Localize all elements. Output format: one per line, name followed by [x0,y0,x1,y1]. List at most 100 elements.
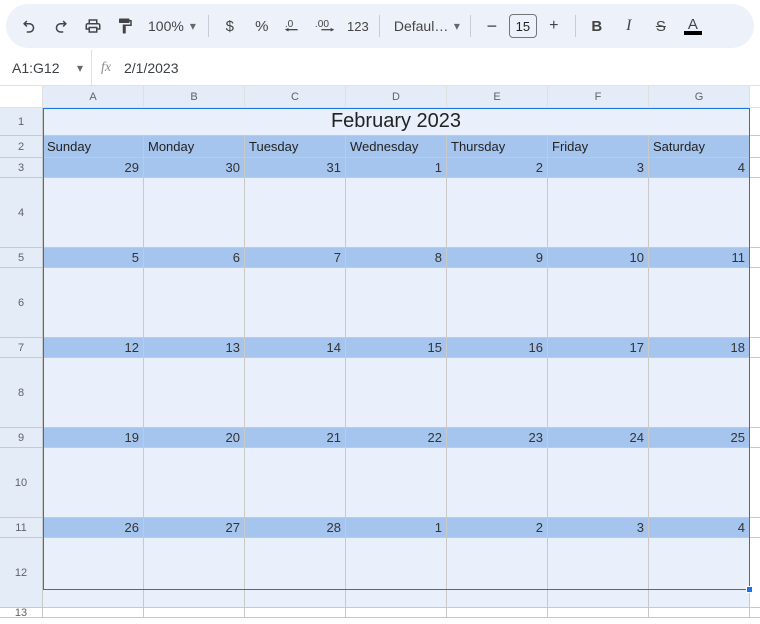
row-header[interactable]: 11 [0,518,43,537]
body-cell[interactable] [649,178,750,247]
increase-font-button[interactable]: + [539,11,569,41]
body-cell[interactable] [447,268,548,337]
date-cell[interactable]: 26 [43,518,144,537]
body-cell[interactable] [245,448,346,517]
body-cell[interactable] [43,268,144,337]
day-header[interactable]: Saturday [649,136,750,157]
col-header[interactable]: C [245,86,346,107]
body-cell[interactable] [548,358,649,427]
row-header[interactable]: 5 [0,248,43,267]
body-cell[interactable] [245,268,346,337]
body-cell[interactable] [43,448,144,517]
body-cell[interactable] [43,538,144,607]
date-cell[interactable]: 29 [43,158,144,177]
body-cell[interactable] [43,608,144,617]
number-format-button[interactable]: 123 [343,11,373,41]
date-cell[interactable]: 15 [346,338,447,357]
date-cell[interactable]: 1 [346,158,447,177]
date-cell[interactable]: 2 [447,158,548,177]
day-header[interactable]: Wednesday [346,136,447,157]
date-cell[interactable]: 14 [245,338,346,357]
paint-format-button[interactable] [110,11,140,41]
day-header[interactable]: Tuesday [245,136,346,157]
row-header[interactable]: 12 [0,538,43,607]
body-cell[interactable] [447,448,548,517]
increase-decimal-button[interactable]: .00 [311,11,341,41]
body-cell[interactable] [144,358,245,427]
date-cell[interactable]: 20 [144,428,245,447]
date-cell[interactable]: 7 [245,248,346,267]
date-cell[interactable]: 12 [43,338,144,357]
redo-button[interactable] [46,11,76,41]
date-cell[interactable]: 3 [548,158,649,177]
day-header[interactable]: Friday [548,136,649,157]
date-cell[interactable]: 23 [447,428,548,447]
percent-button[interactable]: % [247,11,277,41]
body-cell[interactable] [649,268,750,337]
date-cell[interactable]: 31 [245,158,346,177]
calendar-title[interactable]: February 2023 [43,108,750,135]
body-cell[interactable] [346,608,447,617]
date-cell[interactable]: 13 [144,338,245,357]
currency-button[interactable]: $ [215,11,245,41]
body-cell[interactable] [346,358,447,427]
body-cell[interactable] [245,358,346,427]
date-cell[interactable]: 10 [548,248,649,267]
col-header[interactable]: F [548,86,649,107]
date-cell[interactable]: 2 [447,518,548,537]
date-cell[interactable]: 27 [144,518,245,537]
date-cell[interactable]: 19 [43,428,144,447]
decrease-font-button[interactable]: − [477,11,507,41]
body-cell[interactable] [548,178,649,247]
date-cell[interactable]: 30 [144,158,245,177]
name-box[interactable]: A1:G12 ▾ [0,50,92,85]
zoom-dropdown[interactable]: 100% ▾ [142,18,202,34]
body-cell[interactable] [346,538,447,607]
decrease-decimal-button[interactable]: .0 [279,11,309,41]
date-cell[interactable]: 17 [548,338,649,357]
body-cell[interactable] [144,538,245,607]
date-cell[interactable]: 16 [447,338,548,357]
col-header[interactable]: G [649,86,750,107]
formula-input[interactable]: 2/1/2023 [120,60,760,76]
date-cell[interactable]: 11 [649,248,750,267]
row-header[interactable]: 4 [0,178,43,247]
day-header[interactable]: Thursday [447,136,548,157]
body-cell[interactable] [43,358,144,427]
body-cell[interactable] [548,538,649,607]
date-cell[interactable]: 8 [346,248,447,267]
print-button[interactable] [78,11,108,41]
col-header[interactable]: D [346,86,447,107]
body-cell[interactable] [447,358,548,427]
row-header[interactable]: 2 [0,136,43,157]
bold-button[interactable]: B [582,11,612,41]
body-cell[interactable] [548,268,649,337]
date-cell[interactable]: 1 [346,518,447,537]
body-cell[interactable] [144,178,245,247]
body-cell[interactable] [346,268,447,337]
body-cell[interactable] [144,268,245,337]
body-cell[interactable] [346,448,447,517]
select-all-corner[interactable] [0,86,43,107]
date-cell[interactable]: 5 [43,248,144,267]
body-cell[interactable] [245,538,346,607]
undo-button[interactable] [14,11,44,41]
text-color-button[interactable]: A [678,11,708,41]
date-cell[interactable]: 22 [346,428,447,447]
body-cell[interactable] [144,608,245,617]
body-cell[interactable] [245,178,346,247]
day-header[interactable]: Sunday [43,136,144,157]
body-cell[interactable] [245,608,346,617]
body-cell[interactable] [447,608,548,617]
body-cell[interactable] [43,178,144,247]
body-cell[interactable] [447,178,548,247]
font-family-dropdown[interactable]: Defaul… ▾ [386,11,464,41]
body-cell[interactable] [548,608,649,617]
date-cell[interactable]: 3 [548,518,649,537]
row-header[interactable]: 3 [0,158,43,177]
row-header[interactable]: 13 [0,608,43,617]
row-header[interactable]: 1 [0,108,43,135]
body-cell[interactable] [447,538,548,607]
selection-handle[interactable] [746,586,753,593]
font-size-input[interactable]: 15 [509,14,537,38]
